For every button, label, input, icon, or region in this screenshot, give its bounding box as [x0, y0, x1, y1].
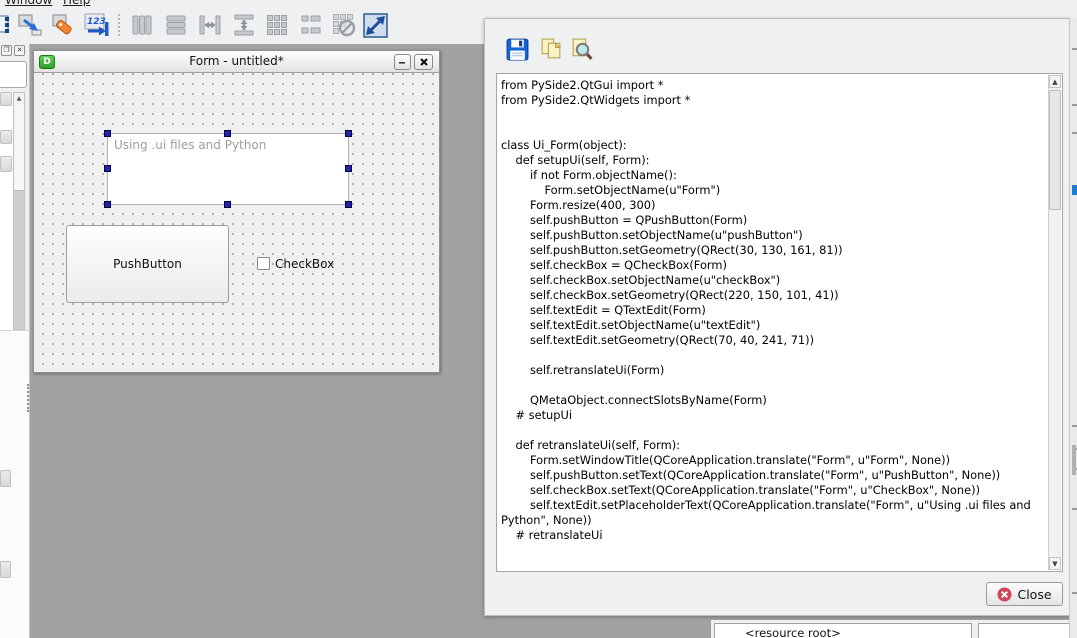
scrollbar-thumb[interactable]: [14, 105, 24, 191]
break-layout-icon[interactable]: [330, 11, 358, 39]
right-panel-edge: [1069, 18, 1077, 638]
edit-tab-order-icon[interactable]: 123: [82, 11, 110, 39]
widget-box-list: [0, 92, 13, 330]
form-editor-window: D Form - untitled* Using .ui files and P…: [33, 50, 440, 373]
minimize-icon: [398, 58, 407, 67]
selection-handle[interactable]: [345, 201, 352, 208]
form-titlebar[interactable]: D Form - untitled*: [34, 51, 439, 73]
selection-handle[interactable]: [224, 201, 231, 208]
selection-handle[interactable]: [104, 130, 111, 137]
code-scrollbar[interactable]: ▲ ▼: [1048, 75, 1061, 570]
layout-horizontally-icon[interactable]: [128, 11, 156, 39]
find-icon[interactable]: [569, 37, 595, 63]
selection-handle[interactable]: [104, 201, 111, 208]
resource-panel[interactable]: [978, 623, 1074, 638]
widget-filter-input[interactable]: [0, 61, 27, 88]
widget-category-row[interactable]: [0, 561, 11, 578]
resource-browser-window: <resource root>: [710, 619, 1077, 638]
selection-handle[interactable]: [345, 165, 352, 172]
widget-box-scrollbar[interactable]: ▲: [13, 92, 25, 330]
layout-form-icon[interactable]: [297, 11, 325, 39]
scroll-down-icon[interactable]: ▼: [1049, 557, 1061, 570]
widget-box-dock: ❐ ✕ ▲: [0, 44, 30, 638]
layout-horizontal-splitter-icon[interactable]: [196, 11, 224, 39]
checkbox-indicator[interactable]: [257, 257, 270, 270]
code-preview-dialog: from PySide2.QtGui import * from PySide2…: [484, 18, 1070, 616]
generated-code: from PySide2.QtGui import * from PySide2…: [501, 78, 1046, 543]
checkbox-widget[interactable]: CheckBox: [257, 256, 334, 271]
menu-help[interactable]: Help: [63, 0, 90, 7]
menubar: Window Help: [0, 0, 480, 8]
close-dialog-button[interactable]: Close: [986, 582, 1063, 606]
widget-category-row[interactable]: [0, 92, 12, 106]
widget-category-row[interactable]: [0, 156, 12, 172]
close-icon: [419, 57, 429, 67]
toolbar-separator: [118, 14, 120, 36]
svg-text:123: 123: [87, 17, 106, 27]
resource-root-item[interactable]: <resource root>: [714, 623, 972, 638]
scroll-up-icon[interactable]: ▲: [1049, 75, 1061, 88]
checkbox-label: CheckBox: [275, 257, 334, 271]
edit-widgets-icon[interactable]: [0, 11, 14, 39]
selection-handle[interactable]: [345, 130, 352, 137]
dock-close-icon[interactable]: ✕: [14, 45, 25, 56]
qt-designer-screen: Window Help 123: [0, 0, 1077, 638]
close-red-icon: [997, 587, 1012, 602]
minimize-button[interactable]: [394, 54, 411, 70]
scroll-up-icon[interactable]: ▲: [14, 93, 24, 105]
pushbutton-widget[interactable]: PushButton: [66, 225, 229, 303]
layout-vertically-icon[interactable]: [162, 11, 190, 39]
textedit-widget[interactable]: Using .ui files and Python: [107, 133, 349, 205]
close-button-label: Close: [1017, 587, 1051, 602]
code-view[interactable]: from PySide2.QtGui import * from PySide2…: [496, 73, 1063, 572]
pushbutton-label: PushButton: [113, 257, 182, 271]
selection-handle[interactable]: [224, 130, 231, 137]
close-button[interactable]: [414, 54, 433, 70]
widget-category-row[interactable]: [0, 470, 11, 487]
edit-signals-slots-icon[interactable]: [16, 11, 44, 39]
adjust-size-icon[interactable]: [361, 11, 389, 39]
layout-grid-icon[interactable]: [263, 11, 291, 39]
dock-splitter-handle[interactable]: [27, 384, 30, 412]
widget-category-row[interactable]: [0, 130, 12, 144]
edit-buddies-icon[interactable]: [50, 11, 78, 39]
dock-float-icon[interactable]: ❐: [1, 45, 12, 56]
menu-window[interactable]: Window: [5, 0, 52, 7]
form-canvas[interactable]: Using .ui files and Python PushButton Ch…: [35, 73, 438, 371]
scrollbar-thumb[interactable]: [1049, 90, 1061, 210]
selection-handle[interactable]: [104, 165, 111, 172]
save-icon[interactable]: [505, 37, 531, 63]
layout-vertical-splitter-icon[interactable]: [230, 11, 258, 39]
copy-icon[interactable]: [539, 37, 565, 63]
form-window-title: Form - untitled*: [34, 54, 439, 68]
